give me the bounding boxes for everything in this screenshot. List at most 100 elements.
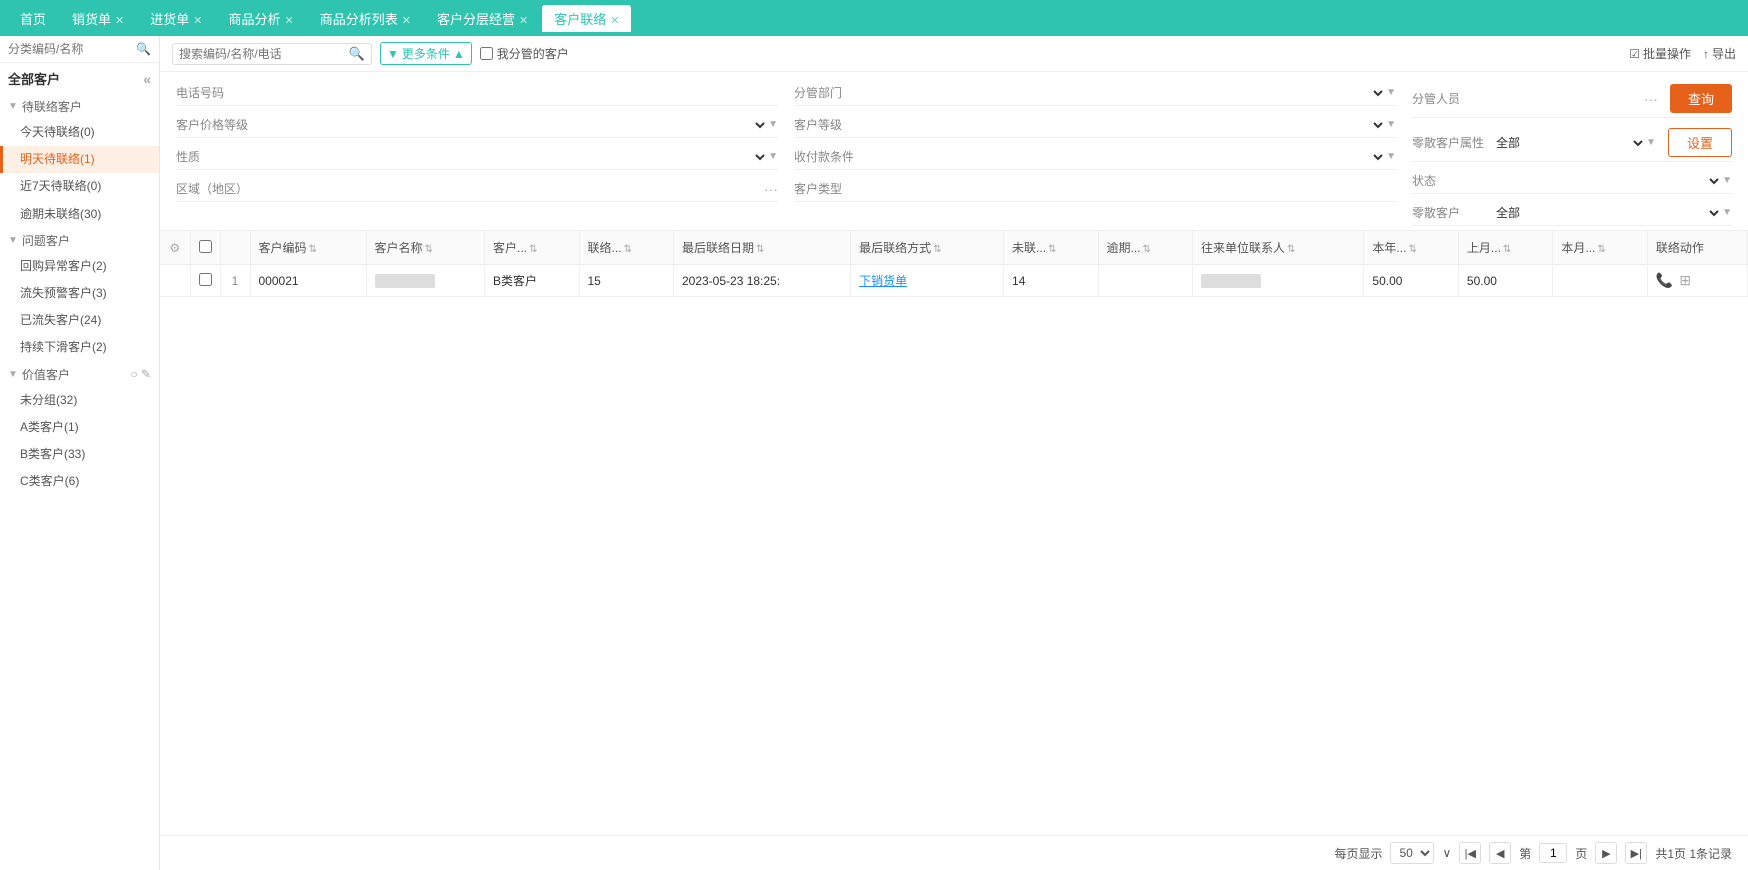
- th-checkbox[interactable]: [190, 231, 220, 265]
- my-customer-checkbox-label[interactable]: 我分管的客户: [480, 45, 569, 62]
- query-button[interactable]: 查询: [1670, 84, 1732, 113]
- sidebar-item-today[interactable]: 今天待联络(0): [0, 119, 159, 146]
- filter-status-select[interactable]: [1492, 173, 1722, 189]
- filter-dept: 分管部门 ▼: [794, 80, 1396, 106]
- sidebar-group-value[interactable]: ▼ 价值客户 ○ ✎: [0, 362, 159, 387]
- my-customer-checkbox[interactable]: [480, 47, 493, 60]
- close-icon: ✕: [115, 15, 124, 27]
- sidebar-item-declining[interactable]: 持续下滑客户(2): [0, 334, 159, 361]
- nav-customer-contact[interactable]: 客户联络✕: [542, 5, 631, 32]
- row-checkbox[interactable]: [199, 273, 212, 286]
- nav-product-analysis-list[interactable]: 商品分析列表✕: [308, 5, 423, 32]
- sort-icon: ⇅: [529, 244, 537, 255]
- th-this-year[interactable]: 本年...⇅: [1364, 231, 1458, 265]
- filter-gender-select[interactable]: [256, 149, 768, 165]
- customer-table: ⚙ 客户编码⇅ 客户名称⇅ 客户...⇅ 联络...⇅ 最后联络日期⇅ 最后联络…: [160, 231, 1748, 297]
- th-no-contact[interactable]: 未联...⇅: [1004, 231, 1098, 265]
- page-label: 第: [1519, 845, 1531, 862]
- sort-icon: ⇅: [1143, 244, 1151, 255]
- sidebar-item-churn-warning[interactable]: 流失预警客户(3): [0, 280, 159, 307]
- th-contact-count[interactable]: 联络...⇅: [579, 231, 673, 265]
- per-page-label: 每页显示: [1334, 845, 1382, 862]
- more-filter-button[interactable]: ▼ 更多条件 ▲: [380, 42, 472, 65]
- all-customers-header[interactable]: 全部客户 «: [0, 63, 159, 94]
- filter-price-level-select[interactable]: [256, 117, 768, 133]
- more-icon[interactable]: ···: [764, 181, 778, 197]
- th-settings[interactable]: ⚙: [160, 231, 190, 265]
- th-name[interactable]: 客户名称⇅: [366, 231, 484, 265]
- th-last-contact-date[interactable]: 最后联络日期⇅: [673, 231, 850, 265]
- sidebar-item-overdue[interactable]: 逾期未联络(30): [0, 201, 159, 228]
- sidebar-item-ungrouped[interactable]: 未分组(32): [0, 387, 159, 414]
- td-settings: [160, 265, 190, 297]
- close-icon: ✕: [402, 15, 411, 27]
- td-this-month: [1553, 265, 1647, 297]
- prev-page-button[interactable]: ◀: [1489, 842, 1511, 864]
- top-nav: 首页 销货单✕ 进货单✕ 商品分析✕ 商品分析列表✕ 客户分层经营✕ 客户联络✕: [0, 0, 1748, 36]
- chevron-down-icon: ▼: [1386, 151, 1396, 162]
- search-input[interactable]: [179, 47, 349, 61]
- filter-manager: 分管人员 ··· 查询: [1412, 80, 1732, 118]
- sidebar-search-input[interactable]: [8, 42, 132, 56]
- td-no-contact: 14: [1004, 265, 1098, 297]
- td-actions: 📞 ⊞: [1647, 265, 1747, 297]
- export-button[interactable]: ↑ 导出: [1703, 45, 1736, 62]
- next-page-button[interactable]: ▶: [1595, 842, 1617, 864]
- filter-panel: 电话号码 客户价格等级 ▼ 性质 ▼ 区域（地区）: [160, 72, 1748, 231]
- chevron-down-icon: ▼: [1386, 119, 1396, 130]
- sidebar-item-tomorrow[interactable]: 明天待联络(1): [0, 146, 159, 173]
- search-icon: 🔍: [136, 42, 151, 56]
- sidebar-item-repurchase[interactable]: 回购异常客户(2): [0, 253, 159, 280]
- filter-payment-select[interactable]: [874, 149, 1386, 165]
- nav-purchase[interactable]: 进货单✕: [138, 5, 214, 32]
- filter-dept-select[interactable]: [874, 85, 1386, 101]
- th-no: [220, 231, 250, 265]
- nav-customer-tier[interactable]: 客户分层经营✕: [425, 5, 540, 32]
- th-last-contact-method[interactable]: 最后联络方式⇅: [851, 231, 1004, 265]
- filter-price-level: 客户价格等级 ▼: [176, 112, 778, 138]
- filter-retail-customer-select[interactable]: 全部: [1492, 205, 1722, 221]
- collapse-icon: «: [143, 71, 151, 87]
- td-checkbox[interactable]: [190, 265, 220, 297]
- th-last-month[interactable]: 上月...⇅: [1458, 231, 1552, 265]
- batch-action-button[interactable]: ☑ 批量操作: [1629, 45, 1691, 62]
- grid-icon[interactable]: ⊞: [1679, 272, 1691, 289]
- sidebar-group-pending[interactable]: ▼ 待联络客户: [0, 94, 159, 119]
- close-icon: ✕: [610, 15, 619, 27]
- nav-sales[interactable]: 销货单✕: [60, 5, 136, 32]
- filter-customer-level-select[interactable]: [874, 117, 1386, 133]
- td-code: 000021: [250, 265, 366, 297]
- chevron-down-icon: ▼: [1722, 207, 1732, 218]
- page-input[interactable]: [1539, 843, 1567, 863]
- th-contact-person[interactable]: 往来单位联系人⇅: [1193, 231, 1364, 265]
- filter-region: 区域（地区） ···: [176, 176, 778, 202]
- set-button[interactable]: 设置: [1668, 128, 1732, 157]
- th-this-month[interactable]: 本月...⇅: [1553, 231, 1647, 265]
- filter-phone-input[interactable]: [256, 86, 778, 100]
- phone-icon[interactable]: 📞: [1656, 272, 1673, 289]
- td-last-contact-method[interactable]: 下销货单: [851, 265, 1004, 297]
- th-code[interactable]: 客户编码⇅: [250, 231, 366, 265]
- th-type[interactable]: 客户...⇅: [485, 231, 579, 265]
- nav-home[interactable]: 首页: [8, 5, 58, 32]
- sidebar-item-churned[interactable]: 已流失客户(24): [0, 307, 159, 334]
- sidebar-item-7days[interactable]: 近7天待联络(0): [0, 173, 159, 200]
- sidebar-search-bar[interactable]: 🔍: [0, 36, 159, 63]
- sidebar-item-b-class[interactable]: B类客户(33): [0, 441, 159, 468]
- th-overdue[interactable]: 逾期...⇅: [1098, 231, 1192, 265]
- sort-icon: ⇅: [1048, 244, 1056, 255]
- select-all-checkbox[interactable]: [199, 240, 212, 253]
- per-page-select[interactable]: 50: [1390, 842, 1434, 864]
- last-page-button[interactable]: ▶|: [1625, 842, 1647, 864]
- sort-icon: ⇅: [624, 244, 632, 255]
- search-input-wrap[interactable]: 🔍: [172, 43, 372, 65]
- sidebar-item-c-class[interactable]: C类客户(6): [0, 468, 159, 495]
- contact-method-link[interactable]: 下销货单: [859, 274, 907, 288]
- first-page-button[interactable]: |◀: [1459, 842, 1481, 864]
- filter-retail-attr-select[interactable]: 全部: [1492, 135, 1646, 151]
- export-icon: ↑: [1703, 47, 1709, 61]
- more-icon[interactable]: ···: [1644, 91, 1658, 107]
- nav-product-analysis[interactable]: 商品分析✕: [216, 5, 305, 32]
- sidebar-group-problem[interactable]: ▼ 问题客户: [0, 228, 159, 253]
- sidebar-item-a-class[interactable]: A类客户(1): [0, 414, 159, 441]
